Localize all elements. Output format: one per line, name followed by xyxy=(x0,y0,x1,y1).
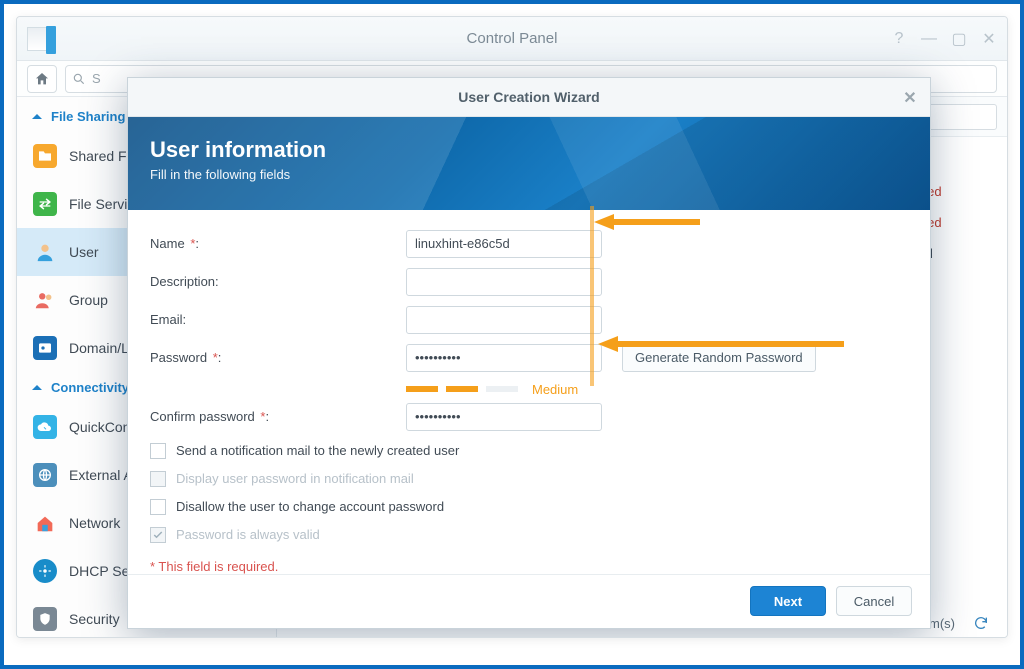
email-label: Email: xyxy=(150,312,406,327)
control-panel-window: Control Panel ? — ▢ ✕ S File Sharing Sha… xyxy=(16,16,1008,638)
required-marker: * xyxy=(213,350,218,365)
checkbox-disallow-change-password[interactable]: Disallow the user to change account pass… xyxy=(150,499,908,515)
confirm-password-label: Confirm password xyxy=(150,409,255,424)
checkbox-icon xyxy=(150,499,166,515)
password-strength-meter: Medium xyxy=(406,382,908,397)
email-input[interactable] xyxy=(406,306,602,334)
search-placeholder: S xyxy=(92,71,101,86)
chevron-up-icon xyxy=(31,382,43,394)
checkbox-password-always-valid: Password is always valid xyxy=(150,527,908,543)
checkbox-icon xyxy=(150,443,166,459)
dialog-footer: Next Cancel xyxy=(128,574,930,628)
generate-password-button[interactable]: Generate Random Password xyxy=(622,344,816,372)
folder-icon xyxy=(33,144,57,168)
globe-icon xyxy=(33,463,57,487)
dialog-titlebar: User Creation Wizard ✕ xyxy=(128,78,930,117)
help-icon[interactable]: ? xyxy=(887,27,911,51)
search-icon xyxy=(72,72,86,86)
strength-segment xyxy=(486,386,518,392)
cloud-icon xyxy=(33,415,57,439)
home-button[interactable] xyxy=(27,65,57,93)
titlebar: Control Panel ? — ▢ ✕ xyxy=(17,17,1007,61)
strength-segment xyxy=(446,386,478,392)
name-label: Name xyxy=(150,236,185,251)
checkbox-display-password: Display user password in notification ma… xyxy=(150,471,908,487)
home-icon xyxy=(34,71,50,87)
dialog-title: User Creation Wizard xyxy=(458,89,599,105)
app-icon xyxy=(27,27,51,51)
window-title: Control Panel xyxy=(467,30,558,47)
close-window-icon[interactable]: ✕ xyxy=(977,27,1001,51)
hero-title: User information xyxy=(150,137,908,163)
name-input[interactable] xyxy=(406,230,602,258)
checkbox-send-notification[interactable]: Send a notification mail to the newly cr… xyxy=(150,443,908,459)
form-area: Name *: Description: Email: Password *: … xyxy=(128,210,930,574)
required-marker: * xyxy=(190,236,195,251)
users-icon xyxy=(33,288,57,312)
required-note: * This field is required. xyxy=(150,559,908,574)
strength-label: Medium xyxy=(532,382,578,397)
user-creation-wizard-dialog: User Creation Wizard ✕ User information … xyxy=(127,77,931,629)
password-input[interactable] xyxy=(406,344,602,372)
confirm-password-input[interactable] xyxy=(406,403,602,431)
minimize-icon[interactable]: — xyxy=(917,27,941,51)
password-label: Password xyxy=(150,350,207,365)
dhcp-icon xyxy=(33,559,57,583)
next-button[interactable]: Next xyxy=(750,586,826,616)
swap-icon xyxy=(33,192,57,216)
chevron-up-icon xyxy=(31,111,43,123)
checkbox-checked-icon xyxy=(150,527,166,543)
maximize-icon[interactable]: ▢ xyxy=(947,27,971,51)
description-input[interactable] xyxy=(406,268,602,296)
refresh-icon[interactable] xyxy=(973,615,989,631)
annotation-arrow xyxy=(594,212,704,232)
shield-icon xyxy=(33,607,57,631)
user-icon xyxy=(33,240,57,264)
dialog-hero: User information Fill in the following f… xyxy=(128,117,930,210)
strength-segment xyxy=(406,386,438,392)
hero-subtitle: Fill in the following fields xyxy=(150,167,908,182)
cancel-button[interactable]: Cancel xyxy=(836,586,912,616)
annotation-highlight-bar xyxy=(590,206,594,386)
house-net-icon xyxy=(33,511,57,535)
card-icon xyxy=(33,336,57,360)
close-dialog-button[interactable]: ✕ xyxy=(900,88,920,108)
checkbox-icon xyxy=(150,471,166,487)
description-label: Description: xyxy=(150,274,406,289)
required-marker: * xyxy=(260,409,265,424)
